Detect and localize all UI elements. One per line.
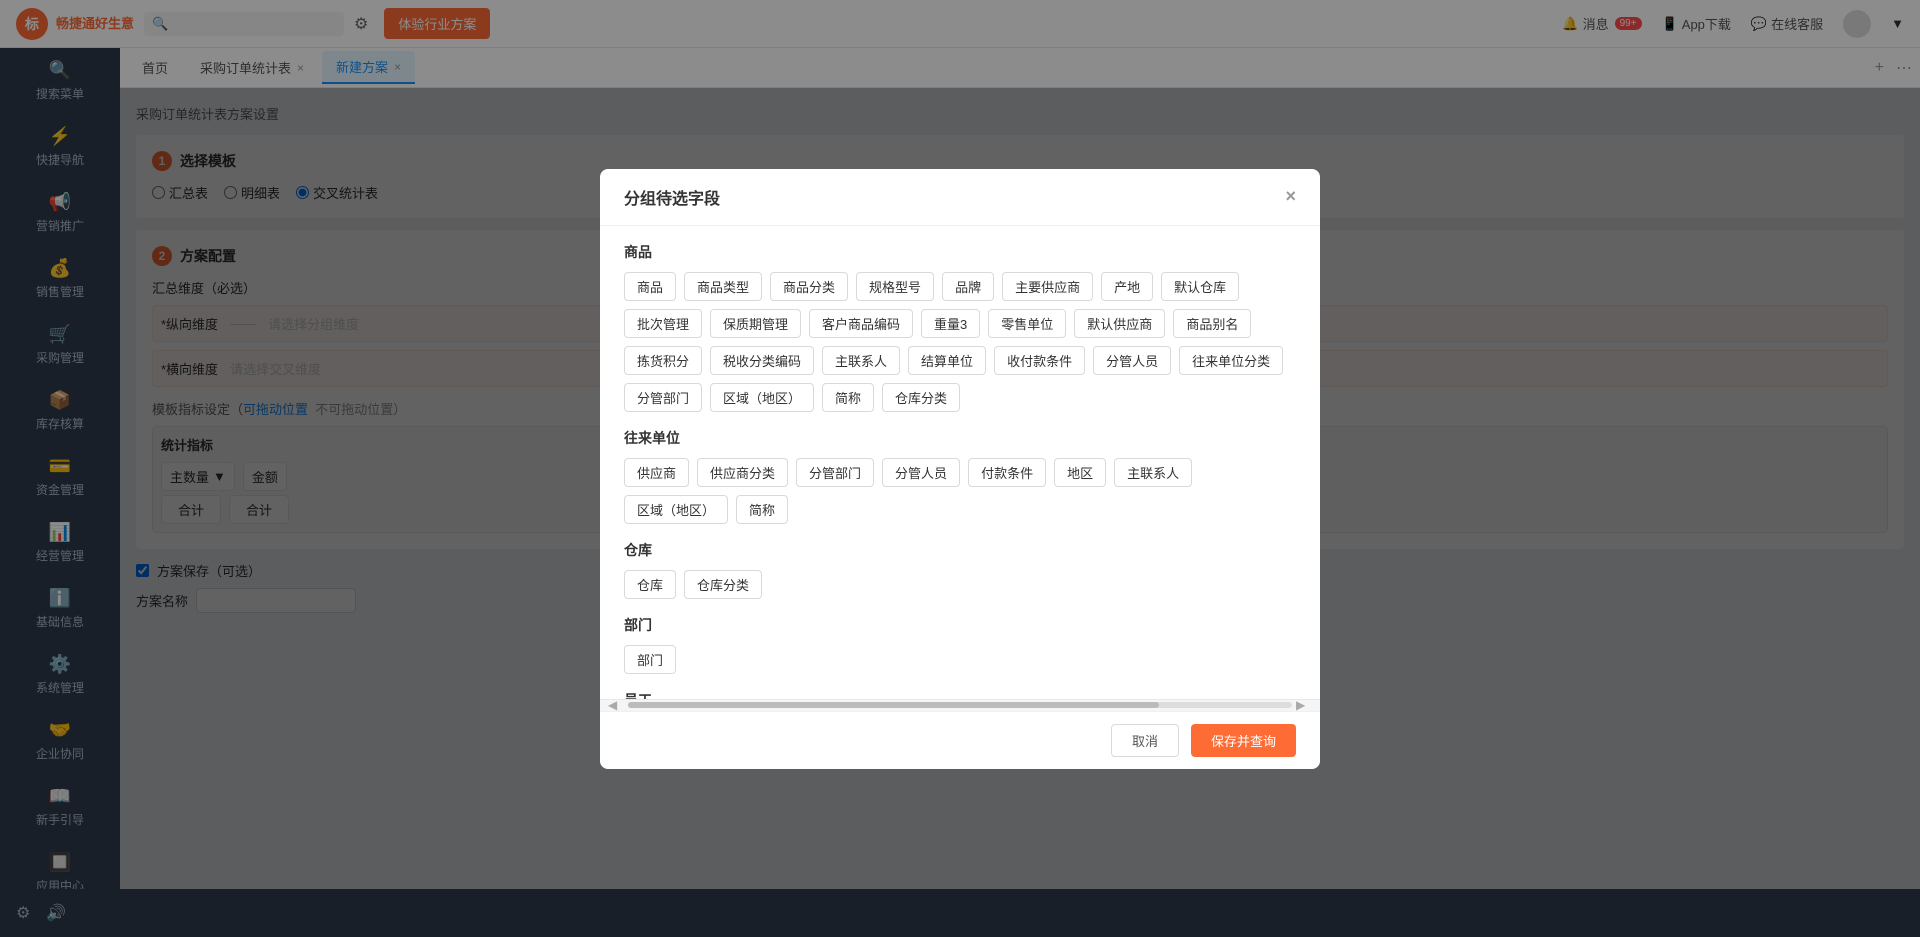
field-weight3[interactable]: 重量3 [921,309,980,338]
field-product-type[interactable]: 商品类型 [684,272,762,301]
field-main-contact2[interactable]: 主联系人 [1114,458,1192,487]
modal-header: 分组待选字段 × [600,169,1320,226]
field-customer-code[interactable]: 客户商品编码 [809,309,913,338]
field-partner-dept[interactable]: 分管部门 [796,458,874,487]
modal-body: 商品 商品 商品类型 商品分类 规格型号 品牌 主要供应商 产地 默认仓库 批次… [600,226,1320,699]
field-abbr2[interactable]: 简称 [736,495,788,524]
field-abbr[interactable]: 简称 [822,383,874,412]
field-tax-code[interactable]: 税收分类编码 [710,346,814,375]
field-main-contact[interactable]: 主联系人 [822,346,900,375]
section-product-title: 商品 [624,242,1296,262]
section-product: 商品 商品 商品类型 商品分类 规格型号 品牌 主要供应商 产地 默认仓库 批次… [624,242,1296,412]
section-department-title: 部门 [624,615,1296,635]
field-supplier[interactable]: 供应商 [624,458,689,487]
field-batch-mgmt[interactable]: 批次管理 [624,309,702,338]
modal-title: 分组待选字段 [624,185,720,209]
field-area[interactable]: 地区 [1054,458,1106,487]
section-partner: 往来单位 供应商 供应商分类 分管部门 分管人员 付款条件 地区 主联系人 区域… [624,428,1296,524]
field-department[interactable]: 部门 [624,645,676,674]
field-wh-category[interactable]: 仓库分类 [684,570,762,599]
section-employee-title: 员工 [624,690,1296,699]
department-fields: 部门 [624,645,1296,674]
field-select-modal: 分组待选字段 × 商品 商品 商品类型 商品分类 规格型号 品牌 主要供应商 产… [600,169,1320,769]
field-warehouse-category[interactable]: 仓库分类 [882,383,960,412]
field-payment-terms[interactable]: 收付款条件 [994,346,1085,375]
field-product[interactable]: 商品 [624,272,676,301]
cancel-button[interactable]: 取消 [1111,724,1179,757]
section-warehouse-title: 仓库 [624,540,1296,560]
section-partner-title: 往来单位 [624,428,1296,448]
field-retail-unit[interactable]: 零售单位 [988,309,1066,338]
product-fields: 商品 商品类型 商品分类 规格型号 品牌 主要供应商 产地 默认仓库 批次管理 … [624,272,1296,412]
field-partner-category[interactable]: 往来单位分类 [1179,346,1283,375]
field-pick-score[interactable]: 拣货积分 [624,346,702,375]
field-supervisor[interactable]: 分管人员 [1093,346,1171,375]
field-settlement-unit[interactable]: 结算单位 [908,346,986,375]
hscroll-thumb [628,702,1159,708]
field-payment-cond[interactable]: 付款条件 [968,458,1046,487]
field-partner-supervisor[interactable]: 分管人员 [882,458,960,487]
field-region[interactable]: 区域（地区） [710,383,814,412]
hscroll-track [628,702,1292,708]
warehouse-fields: 仓库 仓库分类 [624,570,1296,599]
field-origin[interactable]: 产地 [1101,272,1153,301]
modal-hscroll[interactable]: ◀ ▶ [600,699,1320,711]
field-spec[interactable]: 规格型号 [856,272,934,301]
field-wh[interactable]: 仓库 [624,570,676,599]
section-employee: 员工 业务员 [624,690,1296,699]
confirm-button[interactable]: 保存并查询 [1191,724,1296,757]
field-supplier-category[interactable]: 供应商分类 [697,458,788,487]
section-warehouse: 仓库 仓库 仓库分类 [624,540,1296,599]
field-region2[interactable]: 区域（地区） [624,495,728,524]
modal-close-btn[interactable]: × [1285,186,1296,207]
partner-fields: 供应商 供应商分类 分管部门 分管人员 付款条件 地区 主联系人 区域（地区） … [624,458,1296,524]
field-expiry-mgmt[interactable]: 保质期管理 [710,309,801,338]
field-product-alias[interactable]: 商品别名 [1173,309,1251,338]
section-department: 部门 部门 [624,615,1296,674]
field-default-supplier[interactable]: 默认供应商 [1074,309,1165,338]
field-brand[interactable]: 品牌 [942,272,994,301]
field-dept[interactable]: 分管部门 [624,383,702,412]
field-default-warehouse[interactable]: 默认仓库 [1161,272,1239,301]
modal-footer: 取消 保存并查询 [600,711,1320,769]
field-main-supplier[interactable]: 主要供应商 [1002,272,1093,301]
modal-overlay: 分组待选字段 × 商品 商品 商品类型 商品分类 规格型号 品牌 主要供应商 产… [0,0,1920,937]
field-product-category[interactable]: 商品分类 [770,272,848,301]
